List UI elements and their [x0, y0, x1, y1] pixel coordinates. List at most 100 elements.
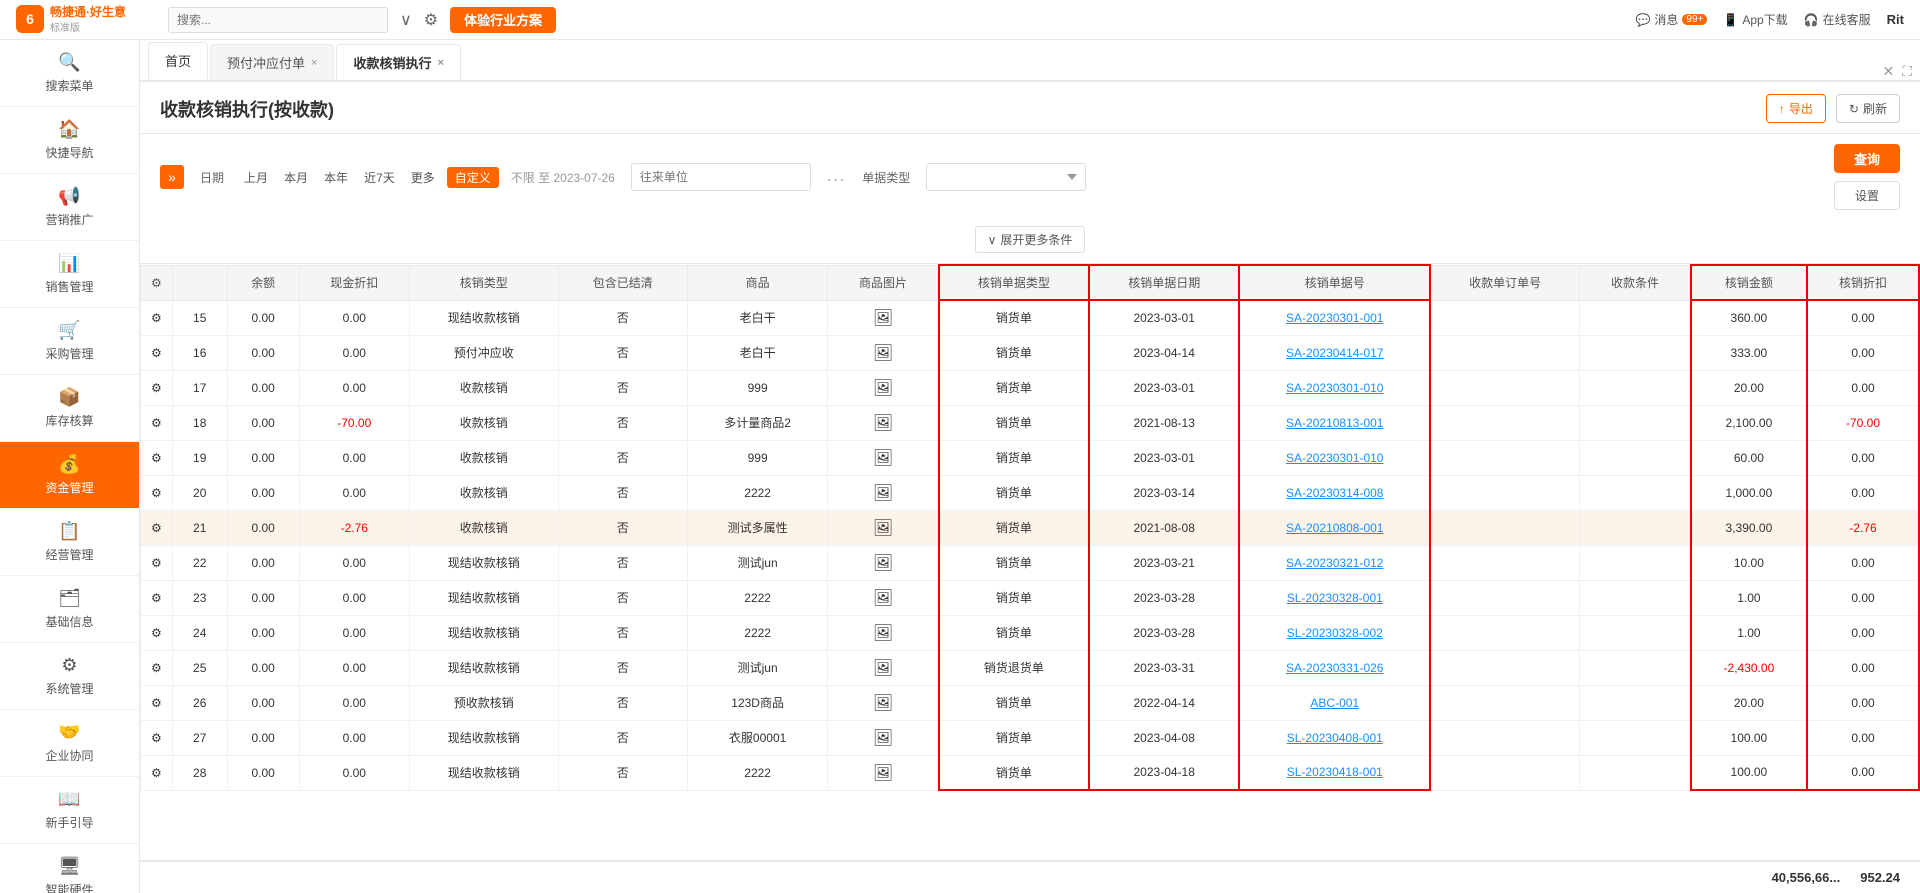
link-cancel_bill_no-0[interactable]: SA-20230301-001: [1286, 311, 1383, 325]
cell-cancel_date-11: 2022-04-14: [1089, 685, 1239, 720]
link-cancel_bill_no-9[interactable]: SL-20230328-002: [1287, 626, 1383, 640]
cell-cancel_bill_no-11[interactable]: ABC-001: [1239, 685, 1430, 720]
cell-cancel_bill_no-4[interactable]: SA-20230301-010: [1239, 440, 1430, 475]
table-row: ⚙170.000.00收款核销否999🖼销货单2023-03-01SA-2023…: [141, 370, 1920, 405]
cell-cancel_bill_no-1[interactable]: SA-20230414-017: [1239, 335, 1430, 370]
gear-icon[interactable]: ⚙: [151, 696, 162, 710]
gear-icon[interactable]: ⚙: [151, 381, 162, 395]
tab-close-collection[interactable]: ×: [437, 57, 443, 69]
cell-cancel_bill_no-3[interactable]: SA-20210813-001: [1239, 405, 1430, 440]
cell-product_image-3: 🖼: [828, 405, 939, 440]
bill-type-select[interactable]: [926, 163, 1086, 191]
gear-icon[interactable]: ⚙: [151, 731, 162, 745]
gear-icon[interactable]: ⚙: [151, 591, 162, 605]
tab-prepay[interactable]: 预付冲应付单×: [210, 44, 334, 80]
product-image: 🖼: [873, 730, 893, 747]
cell-gear-10: ⚙: [141, 650, 173, 685]
sidebar-item-marketing[interactable]: 📢 营销推广: [0, 174, 139, 241]
link-cancel_bill_no-12[interactable]: SL-20230408-001: [1287, 731, 1383, 745]
date-link-thismonth[interactable]: 本月: [280, 167, 312, 188]
sidebar-item-enterprise[interactable]: 🤝 企业协同: [0, 710, 139, 777]
messages-item[interactable]: 💬 消息 99+: [1635, 11, 1707, 28]
cell-receipt_condition-13: [1580, 755, 1691, 790]
online-service-item[interactable]: 🎧 在线客服: [1804, 11, 1871, 28]
cell-cancel_bill_no-7[interactable]: SA-20230321-012: [1239, 545, 1430, 580]
cell-product-11: 123D商品: [688, 685, 828, 720]
link-cancel_bill_no-1[interactable]: SA-20230414-017: [1286, 346, 1383, 360]
refresh-button[interactable]: ↻ 刷新: [1836, 94, 1900, 123]
tab-collection[interactable]: 收款核销执行×: [336, 44, 460, 80]
link-cancel_bill_no-10[interactable]: SA-20230331-026: [1286, 661, 1383, 675]
gear-icon[interactable]: ⚙: [151, 626, 162, 640]
cell-gear-9: ⚙: [141, 615, 173, 650]
cell-product-9: 2222: [688, 615, 828, 650]
cell-cancel_type-7: 现结收款核销: [409, 545, 558, 580]
sidebar-item-inventory[interactable]: 📦 库存核算: [0, 375, 139, 442]
link-cancel_bill_no-5[interactable]: SA-20230314-008: [1286, 486, 1383, 500]
sidebar-item-sales[interactable]: 📊 销售管理: [0, 241, 139, 308]
expand-more-button[interactable]: ∨ 展开更多条件: [975, 226, 1086, 253]
link-cancel_bill_no-8[interactable]: SL-20230328-001: [1287, 591, 1383, 605]
cell-product_image-5: 🖼: [828, 475, 939, 510]
date-link-more[interactable]: 更多: [407, 167, 439, 188]
cell-cancel_bill_type-1: 销货单: [939, 335, 1089, 370]
sidebar-item-operations[interactable]: 📋 经营管理: [0, 509, 139, 576]
tab-close-prepay[interactable]: ×: [311, 57, 317, 69]
filter-bar: » 日期 上月 本月 本年 近7天 更多 自定义 不限 至 2023-07-26…: [140, 134, 1920, 264]
gear-icon[interactable]: ⚙: [151, 521, 162, 535]
link-cancel_bill_no-13[interactable]: SL-20230418-001: [1287, 765, 1383, 779]
cell-cancel_bill_no-5[interactable]: SA-20230314-008: [1239, 475, 1430, 510]
query-button[interactable]: 查询: [1834, 144, 1900, 173]
settings-icon[interactable]: ⚙: [424, 10, 438, 30]
industry-solution-button[interactable]: 体验行业方案: [450, 7, 556, 33]
link-cancel_bill_no-2[interactable]: SA-20230301-010: [1286, 381, 1383, 395]
gear-icon[interactable]: ⚙: [151, 451, 162, 465]
sidebar-item-search[interactable]: 🔍 搜索菜单: [0, 40, 139, 107]
cell-cancel_bill_no-2[interactable]: SA-20230301-010: [1239, 370, 1430, 405]
sidebar-item-system[interactable]: ⚙ 系统管理: [0, 643, 139, 710]
gear-icon[interactable]: ⚙: [151, 311, 162, 325]
search-input[interactable]: [168, 7, 388, 33]
date-link-lastmonth[interactable]: 上月: [240, 167, 272, 188]
online-service-label: 在线客服: [1823, 11, 1871, 28]
sidebar-item-purchase[interactable]: 🛒 采购管理: [0, 308, 139, 375]
export-button[interactable]: ↑ 导出: [1766, 94, 1826, 123]
date-link-7days[interactable]: 近7天: [360, 167, 399, 188]
cell-cancel_bill_no-12[interactable]: SL-20230408-001: [1239, 720, 1430, 755]
cell-cancel_bill_no-8[interactable]: SL-20230328-001: [1239, 580, 1430, 615]
gear-icon[interactable]: ⚙: [151, 766, 162, 780]
close-window-icon[interactable]: ✕: [1882, 63, 1894, 80]
tab-home[interactable]: 首页: [148, 42, 208, 80]
date-custom-button[interactable]: 自定义: [447, 167, 499, 188]
link-cancel_bill_no-4[interactable]: SA-20230301-010: [1286, 451, 1383, 465]
cell-cancel_bill_no-6[interactable]: SA-20210808-001: [1239, 510, 1430, 545]
sidebar-item-finance[interactable]: 💰 资金管理: [0, 442, 139, 509]
link-cancel_bill_no-6[interactable]: SA-20210808-001: [1286, 521, 1383, 535]
gear-icon[interactable]: ∨: [400, 10, 412, 30]
date-link-thisyear[interactable]: 本年: [320, 167, 352, 188]
cell-cash_discount-8: 0.00: [299, 580, 409, 615]
gear-icon[interactable]: ⚙: [151, 416, 162, 430]
gear-icon[interactable]: ⚙: [151, 346, 162, 360]
link-cancel_bill_no-11[interactable]: ABC-001: [1310, 696, 1359, 710]
gear-icon[interactable]: ⚙: [151, 661, 162, 675]
filter-expand-button[interactable]: »: [160, 165, 184, 189]
maximize-icon[interactable]: ⛶: [1902, 63, 1912, 80]
cell-cancel_bill_no-9[interactable]: SL-20230328-002: [1239, 615, 1430, 650]
from-unit-input[interactable]: [631, 163, 811, 191]
cell-cancel_bill_no-10[interactable]: SA-20230331-026: [1239, 650, 1430, 685]
cell-cancel_bill_no-13[interactable]: SL-20230418-001: [1239, 755, 1430, 790]
app-download-item[interactable]: 📱 App下载: [1723, 11, 1787, 28]
gear-icon[interactable]: ⚙: [151, 486, 162, 500]
cell-cancel_bill_no-0[interactable]: SA-20230301-001: [1239, 300, 1430, 335]
sidebar-item-hardware[interactable]: 🖥 智能硬件: [0, 844, 139, 893]
link-cancel_bill_no-7[interactable]: SA-20230321-012: [1286, 556, 1383, 570]
sidebar-item-quicknav[interactable]: 🏠 快捷导航: [0, 107, 139, 174]
link-cancel_bill_no-3[interactable]: SA-20210813-001: [1286, 416, 1383, 430]
sidebar-item-guide[interactable]: 📖 新手引导: [0, 777, 139, 844]
sidebar-item-basic[interactable]: 🗂 基础信息: [0, 576, 139, 643]
setting-button[interactable]: 设置: [1834, 181, 1900, 210]
gear-icon[interactable]: ⚙: [151, 556, 162, 570]
table-container[interactable]: ⚙余额现金折扣核销类型包含已结清商品商品图片核销单据类型核销单据日期核销单据号收…: [140, 264, 1920, 860]
cell-cancel_discount-5: 0.00: [1807, 475, 1919, 510]
